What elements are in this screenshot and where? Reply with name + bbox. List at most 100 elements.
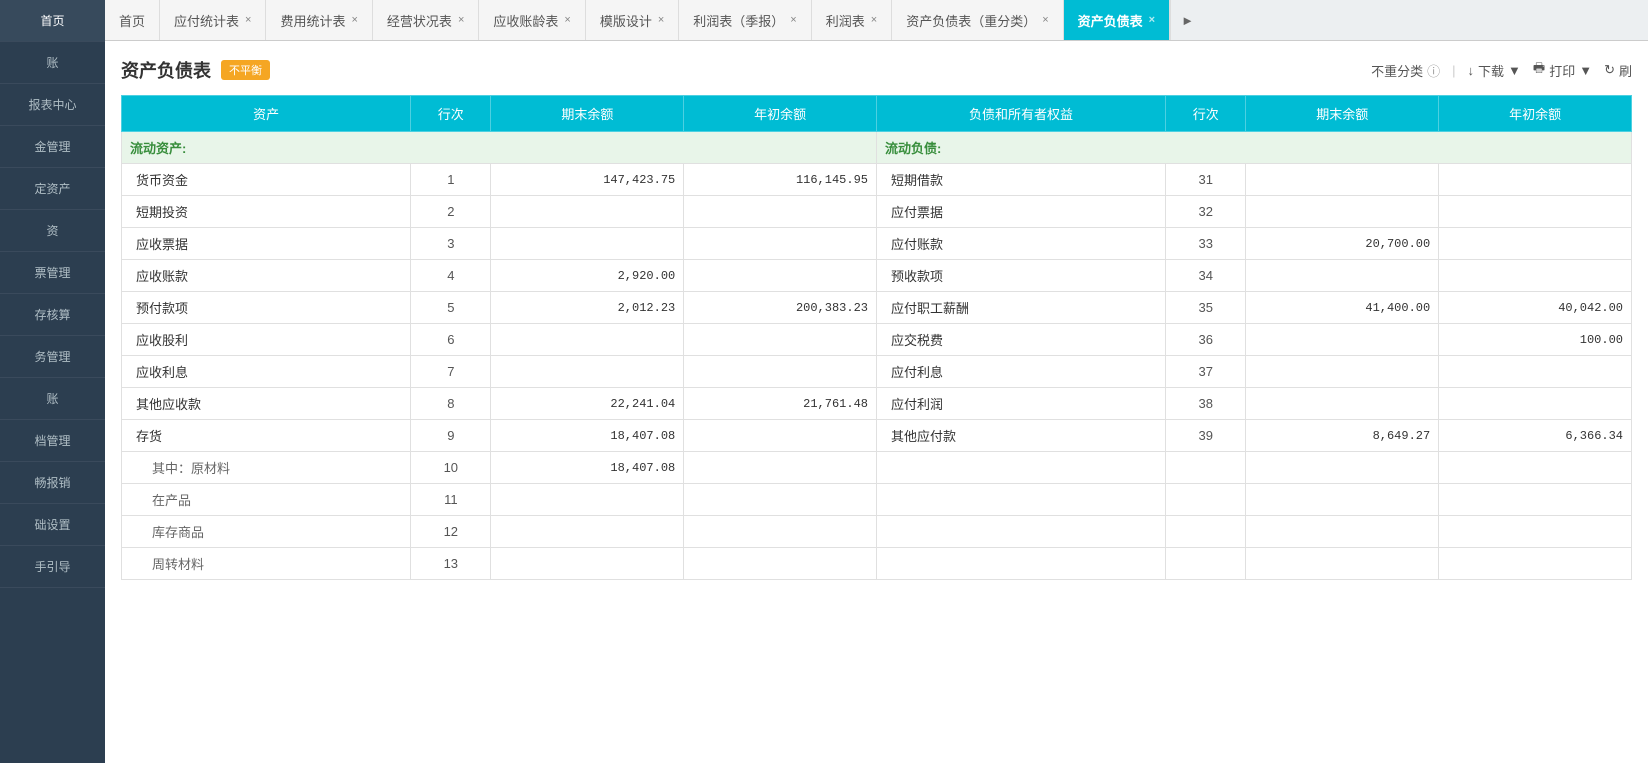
tab-balance-reclassified[interactable]: 资产负债表（重分类） × xyxy=(892,0,1063,40)
left-begin-balance[interactable] xyxy=(684,452,877,484)
left-end-balance[interactable] xyxy=(491,228,684,260)
right-begin-balance[interactable]: 100.00 xyxy=(1439,324,1632,356)
tab-balance-sheet[interactable]: 资产负债表 × xyxy=(1064,0,1170,40)
left-begin-balance[interactable] xyxy=(684,196,877,228)
left-end-balance[interactable]: 18,407.08 xyxy=(491,452,684,484)
sidebar-item-fixed-assets[interactable]: 定资产 xyxy=(0,168,105,210)
left-end-balance[interactable] xyxy=(491,324,684,356)
left-label-cell[interactable]: 应收账款 xyxy=(122,260,411,292)
sidebar-item-ticket-mgmt[interactable]: 票管理 xyxy=(0,252,105,294)
right-label-cell[interactable]: 应付账款 xyxy=(876,228,1165,260)
left-label-cell[interactable]: 周转材料 xyxy=(122,548,411,580)
left-end-balance[interactable]: 2,012.23 xyxy=(491,292,684,324)
left-label-cell[interactable]: 预付款项 xyxy=(122,292,411,324)
tab-profit-quarterly[interactable]: 利润表（季报） × xyxy=(679,0,811,40)
tab-close-ar-aging[interactable]: × xyxy=(564,14,570,26)
right-begin-balance[interactable] xyxy=(1439,388,1632,420)
left-end-balance[interactable] xyxy=(491,196,684,228)
tab-profit[interactable]: 利润表 × xyxy=(812,0,892,40)
tab-ap-stats[interactable]: 应付统计表 × xyxy=(160,0,266,40)
right-label-cell[interactable]: 应交税费 xyxy=(876,324,1165,356)
right-label-cell[interactable]: 应付利润 xyxy=(876,388,1165,420)
right-begin-balance[interactable] xyxy=(1439,452,1632,484)
sidebar-item-affairs-mgmt[interactable]: 务管理 xyxy=(0,336,105,378)
left-end-balance[interactable]: 2,920.00 xyxy=(491,260,684,292)
left-end-balance[interactable]: 147,423.75 xyxy=(491,164,684,196)
left-begin-balance[interactable] xyxy=(684,484,877,516)
left-end-balance[interactable]: 18,407.08 xyxy=(491,420,684,452)
sidebar-item-settings[interactable]: 础设置 xyxy=(0,504,105,546)
help-icon[interactable]: ⓘ xyxy=(1427,61,1440,80)
right-label-cell[interactable]: 预收款项 xyxy=(876,260,1165,292)
tab-close-balance-reclassified[interactable]: × xyxy=(1042,14,1048,26)
left-label-cell[interactable]: 货币资金 xyxy=(122,164,411,196)
tab-operations[interactable]: 经营状况表 × xyxy=(373,0,479,40)
sidebar-item-fund-mgmt[interactable]: 金管理 xyxy=(0,126,105,168)
left-label-cell[interactable]: 应收利息 xyxy=(122,356,411,388)
right-end-balance[interactable] xyxy=(1246,260,1439,292)
right-end-balance[interactable]: 41,400.00 xyxy=(1246,292,1439,324)
sidebar-item-home[interactable]: 首页 xyxy=(0,0,105,42)
right-end-balance[interactable] xyxy=(1246,324,1439,356)
right-end-balance[interactable]: 8,649.27 xyxy=(1246,420,1439,452)
right-end-balance[interactable] xyxy=(1246,356,1439,388)
tab-close-profit-quarterly[interactable]: × xyxy=(790,14,796,26)
right-begin-balance[interactable] xyxy=(1439,228,1632,260)
tab-ar-aging[interactable]: 应收账龄表 × xyxy=(479,0,585,40)
right-begin-balance[interactable] xyxy=(1439,260,1632,292)
right-end-balance[interactable] xyxy=(1246,164,1439,196)
refresh-button[interactable]: ↻ 刷 xyxy=(1604,61,1632,80)
right-label-cell[interactable]: 其他应付款 xyxy=(876,420,1165,452)
right-end-balance[interactable] xyxy=(1246,452,1439,484)
classification-selector[interactable]: 不重分类 ⓘ xyxy=(1371,61,1440,80)
sidebar-item-ledger[interactable]: 账 xyxy=(0,378,105,420)
left-begin-balance[interactable] xyxy=(684,260,877,292)
left-begin-balance[interactable] xyxy=(684,228,877,260)
right-end-balance[interactable] xyxy=(1246,516,1439,548)
left-begin-balance[interactable] xyxy=(684,420,877,452)
tab-expense-stats[interactable]: 费用统计表 × xyxy=(266,0,372,40)
sidebar-item-archive[interactable]: 档管理 xyxy=(0,420,105,462)
right-label-cell[interactable]: 应付职工薪酬 xyxy=(876,292,1165,324)
left-begin-balance[interactable]: 21,761.48 xyxy=(684,388,877,420)
print-button[interactable]: 🖶 打印 ▼ xyxy=(1533,59,1592,81)
sidebar-item-report-center[interactable]: 报表中心 xyxy=(0,84,105,126)
tab-close-ap-stats[interactable]: × xyxy=(245,14,251,26)
right-label-cell[interactable] xyxy=(876,452,1165,484)
left-label-cell[interactable]: 其中：原材料 xyxy=(122,452,411,484)
left-label-cell[interactable]: 应收股利 xyxy=(122,324,411,356)
sidebar-item-invest[interactable]: 资 xyxy=(0,210,105,252)
left-end-balance[interactable] xyxy=(491,548,684,580)
right-begin-balance[interactable] xyxy=(1439,356,1632,388)
tab-home[interactable]: 首页 xyxy=(105,0,160,40)
right-label-cell[interactable] xyxy=(876,484,1165,516)
right-label-cell[interactable]: 应付利息 xyxy=(876,356,1165,388)
left-label-cell[interactable]: 库存商品 xyxy=(122,516,411,548)
right-end-balance[interactable] xyxy=(1246,484,1439,516)
right-label-cell[interactable]: 应付票据 xyxy=(876,196,1165,228)
tab-close-profit[interactable]: × xyxy=(871,14,877,26)
right-begin-balance[interactable] xyxy=(1439,516,1632,548)
tab-close-balance-sheet[interactable]: × xyxy=(1149,14,1155,26)
right-begin-balance[interactable] xyxy=(1439,164,1632,196)
left-begin-balance[interactable] xyxy=(684,324,877,356)
left-label-cell[interactable]: 存货 xyxy=(122,420,411,452)
right-label-cell[interactable]: 短期借款 xyxy=(876,164,1165,196)
left-end-balance[interactable] xyxy=(491,484,684,516)
right-begin-balance[interactable] xyxy=(1439,548,1632,580)
left-end-balance[interactable] xyxy=(491,516,684,548)
right-end-balance[interactable] xyxy=(1246,196,1439,228)
left-begin-balance[interactable] xyxy=(684,516,877,548)
tab-close-template-design[interactable]: × xyxy=(658,14,664,26)
download-button[interactable]: ↓ 下载 ▼ xyxy=(1468,61,1521,80)
tab-close-expense-stats[interactable]: × xyxy=(351,14,357,26)
left-label-cell[interactable]: 其他应收款 xyxy=(122,388,411,420)
left-begin-balance[interactable] xyxy=(684,548,877,580)
right-label-cell[interactable] xyxy=(876,548,1165,580)
right-label-cell[interactable] xyxy=(876,516,1165,548)
right-end-balance[interactable]: 20,700.00 xyxy=(1246,228,1439,260)
left-end-balance[interactable] xyxy=(491,356,684,388)
tab-close-operations[interactable]: × xyxy=(458,14,464,26)
left-end-balance[interactable]: 22,241.04 xyxy=(491,388,684,420)
left-label-cell[interactable]: 短期投资 xyxy=(122,196,411,228)
